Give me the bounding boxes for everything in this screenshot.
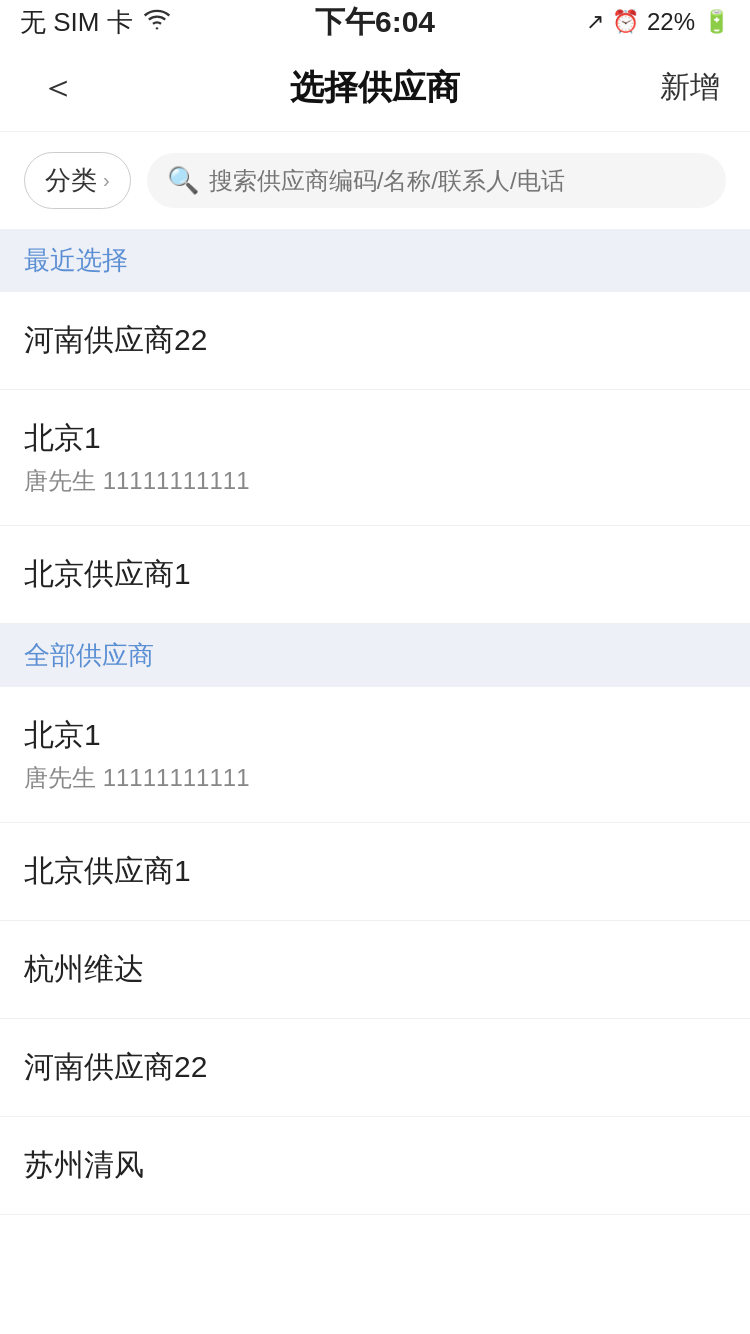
status-left: 无 SIM 卡 <box>20 5 171 40</box>
status-bar: 无 SIM 卡 下午6:04 ↗ ⏰ 22% 🔋 <box>0 0 750 44</box>
recent-section-header: 最近选择 <box>0 229 750 292</box>
all-list-item[interactable]: 北京1 唐先生 11111111111 <box>0 687 750 823</box>
all-items-list: 北京1 唐先生 11111111111 北京供应商1 杭州维达河南供应商22 苏州清风 <box>0 687 750 1215</box>
chevron-right-icon: › <box>103 169 110 192</box>
filter-bar: 分类 › 🔍 <box>0 132 750 229</box>
recent-list-item[interactable]: 北京1 唐先生 11111111111 <box>0 390 750 526</box>
battery-label: 22% <box>647 8 695 36</box>
item-name: 北京供应商1 <box>24 851 726 892</box>
recent-items-list: 河南供应商22 北京1 唐先生 11111111111 北京供应商1 <box>0 292 750 624</box>
item-name: 苏州清风 <box>24 1145 726 1186</box>
page-title: 选择供应商 <box>290 65 460 111</box>
item-name: 北京供应商1 <box>24 554 726 595</box>
all-list-item[interactable]: 北京供应商1 <box>0 823 750 921</box>
add-button[interactable]: 新增 <box>660 67 720 108</box>
recent-list-item[interactable]: 北京供应商1 <box>0 526 750 624</box>
item-sub: 唐先生 11111111111 <box>24 465 726 497</box>
nav-bar: ＜ 选择供应商 新增 <box>0 44 750 132</box>
all-list-item[interactable]: 苏州清风 <box>0 1117 750 1215</box>
item-sub: 唐先生 11111111111 <box>24 762 726 794</box>
alarm-icon: ⏰ <box>612 9 639 35</box>
battery-icon: 🔋 <box>703 9 730 35</box>
category-filter[interactable]: 分类 › <box>24 152 131 209</box>
search-box[interactable]: 🔍 <box>147 153 726 208</box>
no-sim-label: 无 SIM 卡 <box>20 5 133 40</box>
all-section-header: 全部供应商 <box>0 624 750 687</box>
svg-point-0 <box>156 27 158 29</box>
all-list-item[interactable]: 河南供应商22 <box>0 1019 750 1117</box>
category-label: 分类 <box>45 163 97 198</box>
item-name: 北京1 <box>24 715 726 756</box>
recent-list-item[interactable]: 河南供应商22 <box>0 292 750 390</box>
all-list-item[interactable]: 杭州维达 <box>0 921 750 1019</box>
back-button[interactable]: ＜ <box>30 53 86 122</box>
status-time: 下午6:04 <box>315 2 435 43</box>
search-input[interactable] <box>209 167 706 195</box>
item-name: 北京1 <box>24 418 726 459</box>
wifi-icon <box>143 5 171 40</box>
item-name: 河南供应商22 <box>24 320 726 361</box>
search-icon: 🔍 <box>167 165 199 196</box>
item-name: 河南供应商22 <box>24 1047 726 1088</box>
item-name: 杭州维达 <box>24 949 726 990</box>
status-right: ↗ ⏰ 22% 🔋 <box>586 8 730 36</box>
location-icon: ↗ <box>586 9 604 35</box>
